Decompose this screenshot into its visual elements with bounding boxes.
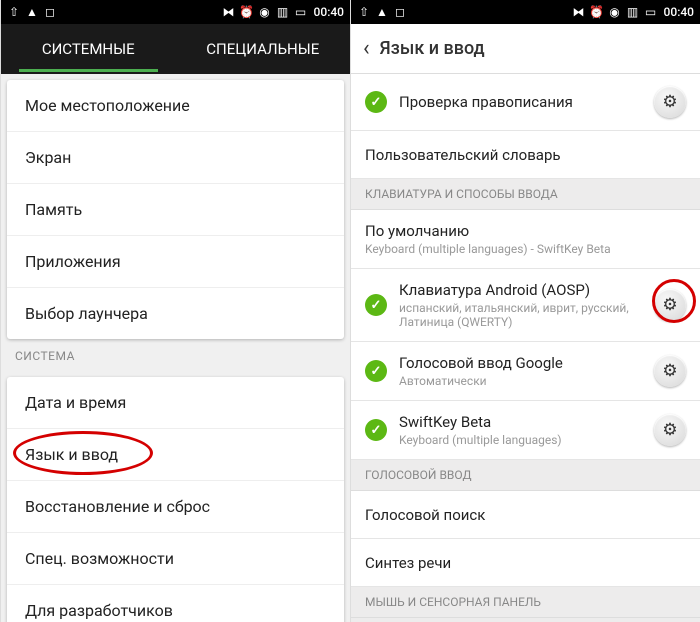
- tab-special[interactable]: СПЕЦИАЛЬНЫЕ: [176, 26, 351, 72]
- signal-icon: ▥: [276, 5, 290, 19]
- item-aosp-keyboard[interactable]: Клавиатура Android (AOSP) испанский, ита…: [351, 269, 700, 342]
- section-header-system: СИСТЕМА: [1, 339, 350, 371]
- clock: 00:40: [664, 5, 694, 19]
- bluetooth-icon: ⧓: [222, 5, 236, 19]
- check-icon: [365, 419, 387, 441]
- item-google-voice-input[interactable]: Голосовой ввод Google Автоматически ⚙: [351, 342, 700, 401]
- bluetooth-icon: ⧓: [572, 5, 586, 19]
- alarm-icon: ⏰: [590, 5, 604, 19]
- section-header-mouse: МЫШЬ И СЕНСОРНАЯ ПАНЕЛЬ: [351, 587, 700, 618]
- battery-icon: ▭: [294, 5, 308, 19]
- item-voice-search[interactable]: Голосовой поиск: [351, 491, 700, 539]
- google-voice-label: Голосовой ввод Google: [399, 354, 646, 372]
- item-display[interactable]: Экран: [7, 132, 344, 184]
- check-icon: [365, 91, 387, 113]
- wifi-icon: ◉: [258, 5, 272, 19]
- warning-icon: ▲: [25, 5, 39, 19]
- item-datetime[interactable]: Дата и время: [7, 377, 344, 429]
- tts-label: Синтез речи: [365, 554, 686, 572]
- check-icon: [365, 294, 387, 316]
- item-developer[interactable]: Для разработчиков: [7, 585, 344, 622]
- header: ‹ Язык и ввод: [351, 24, 700, 74]
- status-bar: ⇧ ▲ ◻ ⧓ ⏰ ◉ ▥ ▭ 00:40: [351, 0, 700, 24]
- google-voice-sub: Автоматически: [399, 374, 646, 388]
- item-swiftkey[interactable]: SwiftKey Beta Keyboard (multiple languag…: [351, 401, 700, 460]
- item-tts[interactable]: Синтез речи: [351, 539, 700, 587]
- section-header-voice: ГОЛОСОВОЙ ВВОД: [351, 460, 700, 491]
- alarm-icon: ⏰: [240, 5, 254, 19]
- default-sub: Keyboard (multiple languages) - SwiftKey…: [365, 242, 686, 256]
- header-title: Язык и ввод: [380, 38, 485, 59]
- tabs: СИСТЕМНЫЕ СПЕЦИАЛЬНЫЕ: [1, 24, 350, 74]
- gear-icon-aosp[interactable]: ⚙: [654, 289, 686, 321]
- upload-icon: ⇧: [357, 5, 371, 19]
- item-memory[interactable]: Память: [7, 184, 344, 236]
- tab-system[interactable]: СИСТЕМНЫЕ: [1, 26, 176, 72]
- item-language-label: Язык и ввод: [25, 445, 118, 464]
- spellcheck-label: Проверка правописания: [399, 93, 646, 111]
- item-launcher[interactable]: Выбор лаунчера: [7, 288, 344, 339]
- notification-icon: ◻: [43, 5, 57, 19]
- user-dict-label: Пользовательский словарь: [365, 146, 686, 164]
- wifi-icon: ◉: [608, 5, 622, 19]
- item-spellcheck[interactable]: Проверка правописания ⚙: [351, 74, 700, 131]
- battery-icon: ▭: [644, 5, 658, 19]
- aosp-sub: испанский, итальянский, иврит, русский, …: [399, 301, 646, 329]
- voice-search-label: Голосовой поиск: [365, 506, 686, 524]
- signal-icon: ▥: [626, 5, 640, 19]
- section-header-keyboard: КЛАВИАТУРА И СПОСОБЫ ВВОДА: [351, 179, 700, 210]
- item-backup-reset[interactable]: Восстановление и сброс: [7, 481, 344, 533]
- clock: 00:40: [314, 5, 344, 19]
- item-default-keyboard[interactable]: По умолчанию Keyboard (multiple language…: [351, 210, 700, 269]
- item-my-location[interactable]: Мое местоположение: [7, 80, 344, 132]
- right-phone: ⇧ ▲ ◻ ⧓ ⏰ ◉ ▥ ▭ 00:40 ‹ Язык и ввод Пров…: [350, 0, 700, 622]
- left-phone: ⇧ ▲ ◻ ⧓ ⏰ ◉ ▥ ▭ 00:40 СИСТЕМНЫЕ СПЕЦИАЛЬ…: [0, 0, 350, 622]
- status-bar: ⇧ ▲ ◻ ⧓ ⏰ ◉ ▥ ▭ 00:40: [1, 0, 350, 24]
- item-user-dictionary[interactable]: Пользовательский словарь: [351, 131, 700, 179]
- notification-icon: ◻: [393, 5, 407, 19]
- check-icon: [365, 360, 387, 382]
- swiftkey-label: SwiftKey Beta: [399, 413, 646, 431]
- upload-icon: ⇧: [7, 5, 21, 19]
- aosp-label: Клавиатура Android (AOSP): [399, 281, 646, 299]
- default-label: По умолчанию: [365, 222, 686, 240]
- gear-icon-swiftkey[interactable]: ⚙: [654, 414, 686, 446]
- back-icon[interactable]: ‹: [363, 36, 370, 61]
- item-accessibility[interactable]: Спец. возможности: [7, 533, 344, 585]
- gear-icon-spellcheck[interactable]: ⚙: [654, 86, 686, 118]
- item-apps[interactable]: Приложения: [7, 236, 344, 288]
- item-language-input[interactable]: Язык и ввод: [7, 429, 344, 481]
- warning-icon: ▲: [375, 5, 389, 19]
- swiftkey-sub: Keyboard (multiple languages): [399, 433, 646, 447]
- gear-icon-google-voice[interactable]: ⚙: [654, 355, 686, 387]
